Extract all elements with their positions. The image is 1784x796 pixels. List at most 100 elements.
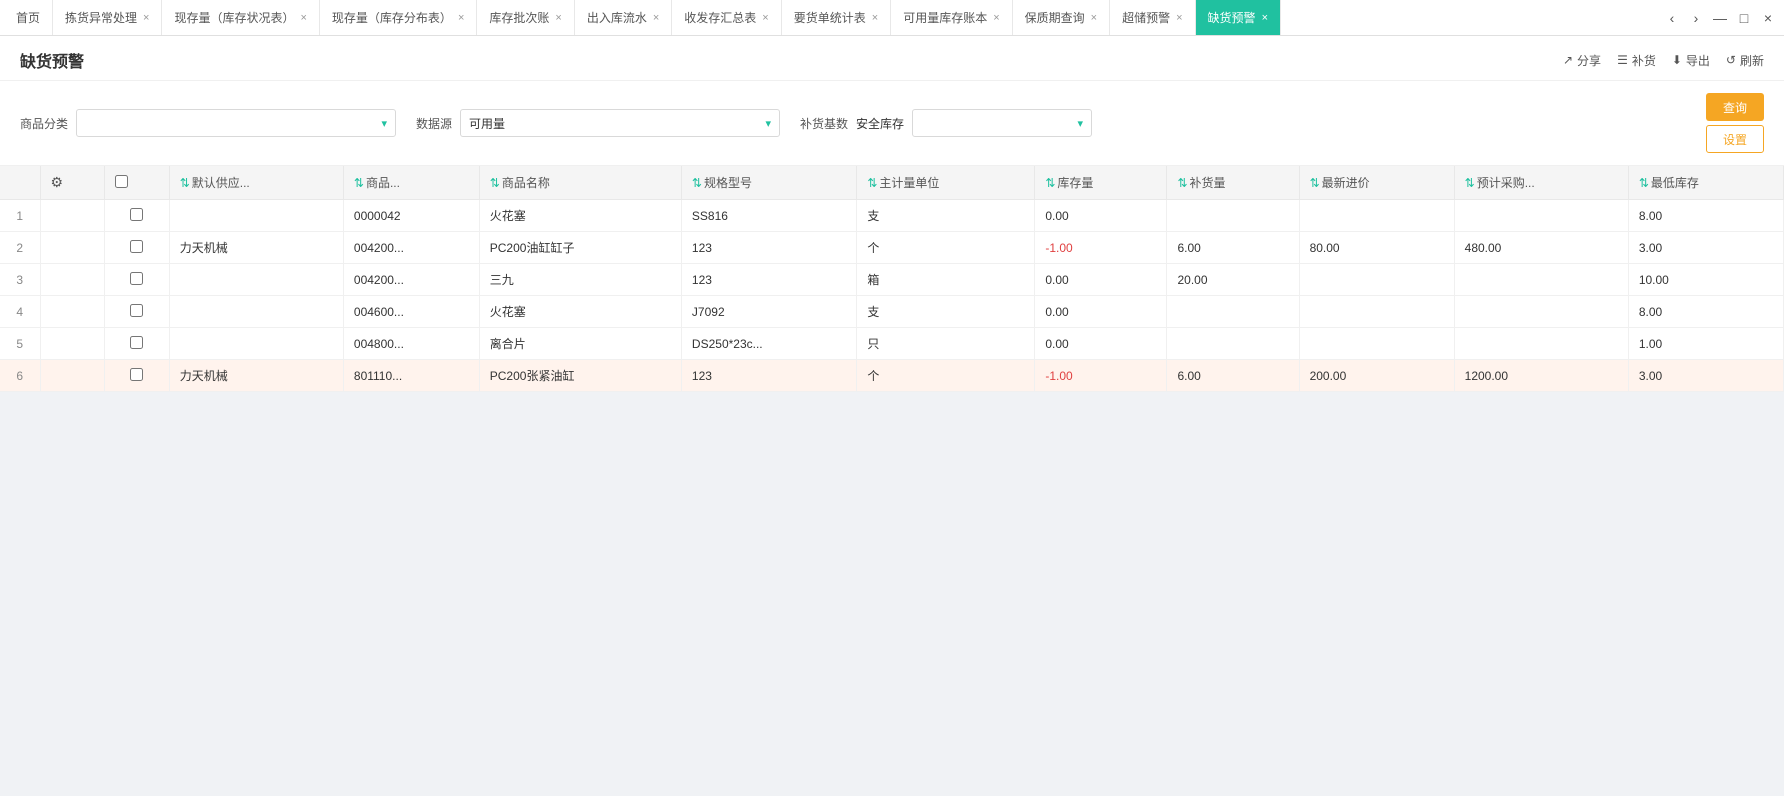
tab-close-11[interactable]: × xyxy=(1262,12,1268,24)
replenish-button[interactable]: ☰ 补货 xyxy=(1617,52,1656,69)
tab-close-8[interactable]: × xyxy=(993,12,999,24)
row-checkbox-1 xyxy=(104,232,169,264)
data-source-select[interactable]: 可用量 ▾ xyxy=(460,109,780,137)
replenish-base-label: 补货基数 xyxy=(800,115,848,132)
cell-est_purchase-3 xyxy=(1454,296,1628,328)
cell-latest_price-2 xyxy=(1299,264,1454,296)
tab-close-2[interactable]: × xyxy=(300,12,306,24)
cell-unit-3: 支 xyxy=(857,296,1035,328)
cell-unit-0: 支 xyxy=(857,200,1035,232)
col-header-unit[interactable]: ⇅主计量单位 xyxy=(857,166,1035,200)
row-num-5: 6 xyxy=(0,360,40,392)
tab-close-10[interactable]: × xyxy=(1176,12,1182,24)
tab-item-5[interactable]: 出入库流水× xyxy=(575,0,672,36)
tab-item-3[interactable]: 现存量（库存分布表）× xyxy=(320,0,477,36)
col-header-product_code[interactable]: ⇅商品... xyxy=(343,166,479,200)
checkbox-3[interactable] xyxy=(130,304,143,317)
checkbox-4[interactable] xyxy=(130,336,143,349)
replenish-base-select[interactable]: ▾ xyxy=(912,109,1092,137)
cell-unit-4: 只 xyxy=(857,328,1035,360)
checkbox-2[interactable] xyxy=(130,272,143,285)
settings-button[interactable]: 设置 xyxy=(1706,125,1764,153)
tab-item-7[interactable]: 要货单统计表× xyxy=(782,0,891,36)
tab-label-0: 首页 xyxy=(16,9,40,26)
col-header-replenish_qty[interactable]: ⇅补货量 xyxy=(1167,166,1299,200)
cell-stock-0: 0.00 xyxy=(1035,200,1167,232)
row-checkbox-3 xyxy=(104,296,169,328)
sort-icon-replenish_qty: ⇅ xyxy=(1177,176,1187,190)
refresh-button[interactable]: ↺ 刷新 xyxy=(1726,52,1764,69)
row-checkbox-4 xyxy=(104,328,169,360)
data-source-group: 数据源 可用量 ▾ xyxy=(416,109,780,137)
replenish-base-arrow-icon: ▾ xyxy=(1078,117,1084,130)
gear-settings-icon[interactable]: ⚙ xyxy=(51,174,64,190)
tab-item-11[interactable]: 缺货预警× xyxy=(1196,0,1281,36)
cell-replenish_qty-4 xyxy=(1167,328,1299,360)
tab-next-btn[interactable]: › xyxy=(1684,0,1708,36)
table-row: 2力天机械004200...PC200油缸缸子123个-1.006.0080.0… xyxy=(0,232,1784,264)
tab-item-9[interactable]: 保质期查询 × xyxy=(1013,0,1110,36)
cell-default_supplier-4 xyxy=(169,328,343,360)
replenish-label: 补货 xyxy=(1632,52,1656,69)
col-header-spec[interactable]: ⇅规格型号 xyxy=(681,166,856,200)
cell-product_name-4: 离合片 xyxy=(479,328,681,360)
col-header-est_purchase[interactable]: ⇅预计采购... xyxy=(1454,166,1628,200)
tab-close-1[interactable]: × xyxy=(143,12,149,24)
col-label-product_code: 商品... xyxy=(366,176,400,190)
sort-icon-unit: ⇅ xyxy=(867,176,877,190)
select-all-checkbox[interactable] xyxy=(115,175,128,188)
checkbox-0[interactable] xyxy=(130,208,143,221)
col-header-latest_price[interactable]: ⇅最新进价 xyxy=(1299,166,1454,200)
tab-item-0[interactable]: 首页 xyxy=(4,0,53,36)
col-label-unit: 主计量单位 xyxy=(879,176,939,190)
tab-prev-btn[interactable]: ‹ xyxy=(1660,0,1684,36)
tab-close-5[interactable]: × xyxy=(653,12,659,24)
row-num-3: 4 xyxy=(0,296,40,328)
header-actions: ↗ 分享 ☰ 补货 ⬇ 导出 ↺ 刷新 xyxy=(1563,52,1764,69)
tab-item-2[interactable]: 现存量（库存状况表）× xyxy=(162,0,319,36)
row-num-4: 5 xyxy=(0,328,40,360)
tab-item-4[interactable]: 库存批次账× xyxy=(477,0,574,36)
tab-label-9: 保质期查询 xyxy=(1025,9,1085,26)
sort-icon-est_purchase: ⇅ xyxy=(1465,176,1475,190)
cell-product_name-2: 三九 xyxy=(479,264,681,296)
query-button[interactable]: 查询 xyxy=(1706,93,1764,121)
table-row: 3004200...三九123箱0.0020.0010.00 xyxy=(0,264,1784,296)
tab-close-3[interactable]: × xyxy=(458,12,464,24)
tab-close-4[interactable]: × xyxy=(555,12,561,24)
export-button[interactable]: ⬇ 导出 xyxy=(1672,52,1710,69)
filter-actions: 查询 设置 xyxy=(1706,93,1764,153)
tab-close-6[interactable]: × xyxy=(762,12,768,24)
col-header-default_supplier[interactable]: ⇅默认供应... xyxy=(169,166,343,200)
tab-item-1[interactable]: 拣货异常处理× xyxy=(53,0,162,36)
col-header-product_name[interactable]: ⇅商品名称 xyxy=(479,166,681,200)
cell-replenish_qty-0 xyxy=(1167,200,1299,232)
col-header-min_stock[interactable]: ⇅最低库存 xyxy=(1628,166,1783,200)
table-header: ⚙⇅默认供应...⇅商品...⇅商品名称⇅规格型号⇅主计量单位⇅库存量⇅补货量⇅… xyxy=(0,166,1784,200)
data-table: ⚙⇅默认供应...⇅商品...⇅商品名称⇅规格型号⇅主计量单位⇅库存量⇅补货量⇅… xyxy=(0,166,1784,392)
share-button[interactable]: ↗ 分享 xyxy=(1563,52,1601,69)
checkbox-5[interactable] xyxy=(130,368,143,381)
tab-item-6[interactable]: 收发存汇总表× xyxy=(672,0,781,36)
cell-spec-2: 123 xyxy=(681,264,856,296)
col-header-stock[interactable]: ⇅库存量 xyxy=(1035,166,1167,200)
cell-est_purchase-1: 480.00 xyxy=(1454,232,1628,264)
cell-stock-4: 0.00 xyxy=(1035,328,1167,360)
tab-item-8[interactable]: 可用量库存账本× xyxy=(891,0,1012,36)
tab-close-9[interactable]: × xyxy=(1091,12,1097,24)
tab-close-7[interactable]: × xyxy=(872,12,878,24)
cell-stock-2: 0.00 xyxy=(1035,264,1167,296)
product-category-label: 商品分类 xyxy=(20,115,68,132)
cell-spec-0: SS816 xyxy=(681,200,856,232)
tab-minimize-btn[interactable]: — xyxy=(1708,0,1732,36)
checkbox-1[interactable] xyxy=(130,240,143,253)
tab-close-all-btn[interactable]: × xyxy=(1756,0,1780,36)
product-category-select[interactable]: ▾ xyxy=(76,109,396,137)
replenish-base-group: 补货基数 安全库存 ▾ xyxy=(800,109,1092,137)
tab-maximize-btn[interactable]: □ xyxy=(1732,0,1756,36)
cell-default_supplier-2 xyxy=(169,264,343,296)
cell-product_code-1: 004200... xyxy=(343,232,479,264)
row-gear-3 xyxy=(40,296,104,328)
tab-item-10[interactable]: 超储预警× xyxy=(1110,0,1195,36)
row-num-1: 2 xyxy=(0,232,40,264)
